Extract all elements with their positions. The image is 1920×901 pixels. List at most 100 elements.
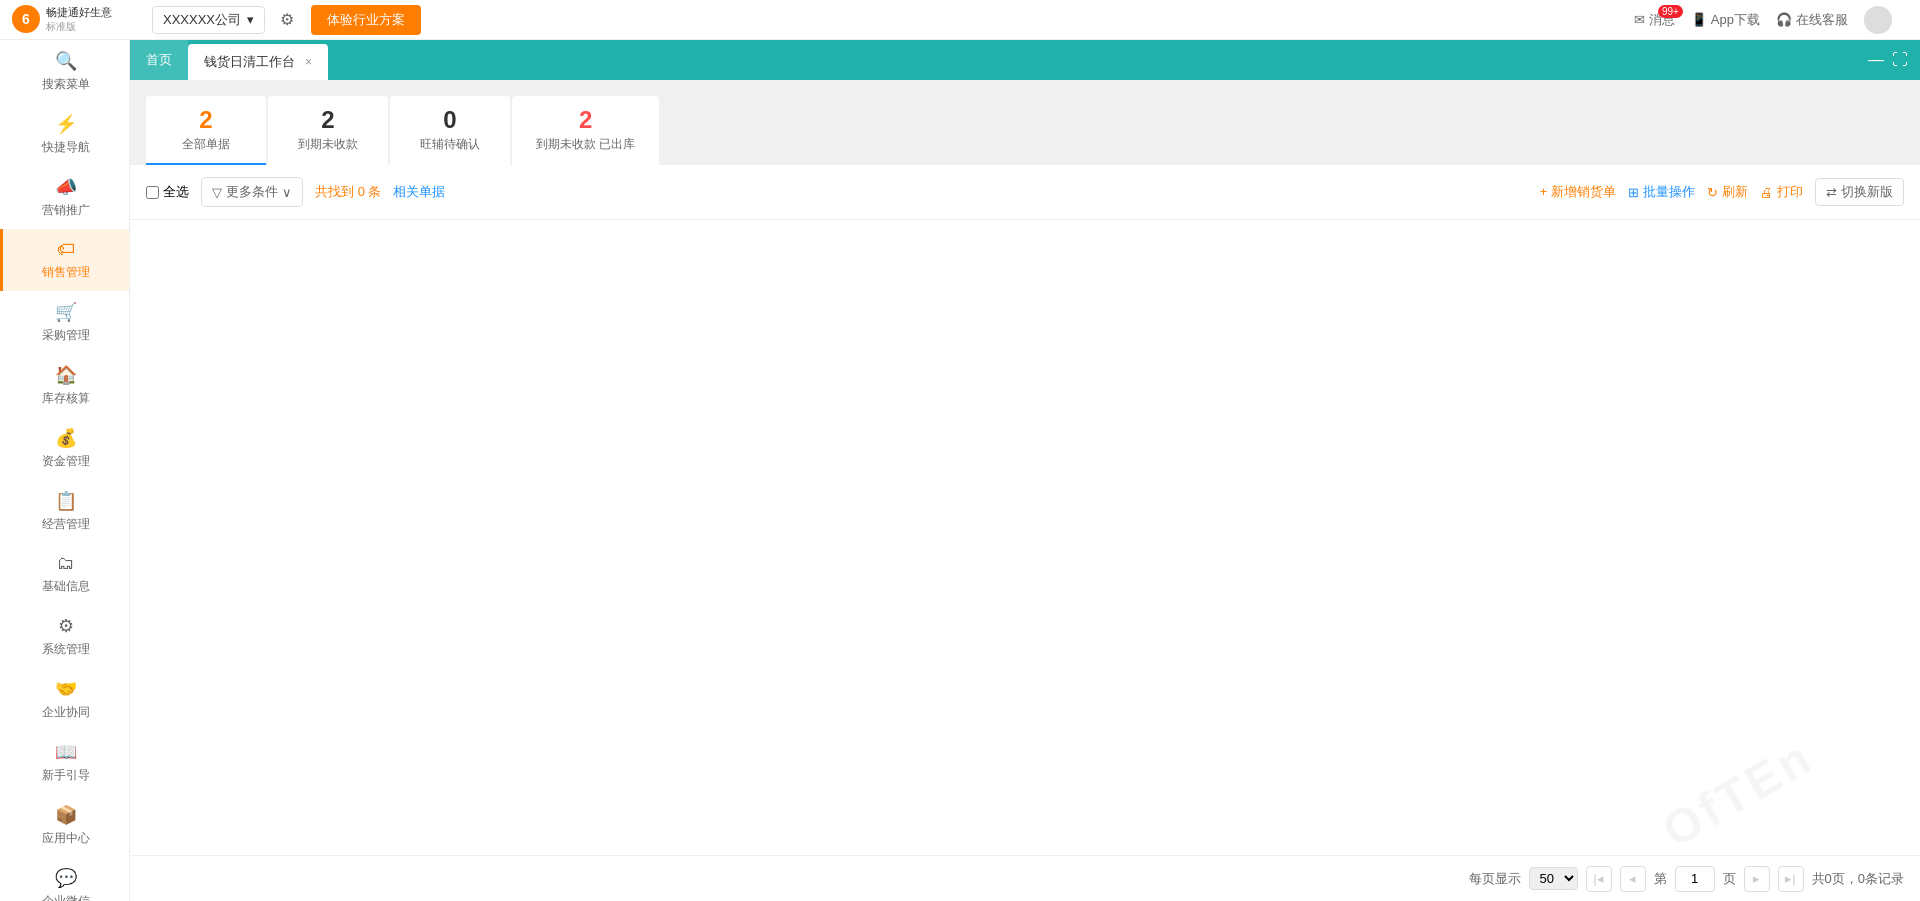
company-selector[interactable]: XXXXXX公司 ▾ [152,6,265,34]
header-right: ✉ 消息 99+ 📱 App下载 🎧 在线客服 [1634,6,1908,34]
settings-button[interactable]: ⚙ [273,6,301,34]
stat-all-label: 全部单据 [170,136,242,153]
select-all-checkbox[interactable]: 全选 [146,183,189,201]
stats-tabs: 2 全部单据 2 到期未收款 0 旺辅待确认 2 到期未收款 已出库 [130,80,1920,165]
sidebar-item-guide[interactable]: 📖 新手引导 [0,731,129,794]
refresh-icon: ↻ [1707,185,1718,200]
search-icon: 🔍 [55,50,77,72]
last-page-button[interactable]: ▸| [1778,866,1804,892]
batch-label: 批量操作 [1643,183,1695,201]
experience-button[interactable]: 体验行业方案 [311,5,421,35]
table-area [130,220,1920,855]
switch-icon: ⇄ [1826,185,1837,200]
sidebar-item-purchase[interactable]: 🛒 采购管理 [0,291,129,354]
money-icon: 💰 [55,427,77,449]
sidebar-item-wechat[interactable]: 💬 企业微信 [0,857,129,901]
message-badge: 99+ [1658,5,1683,18]
tab-workbench[interactable]: 钱货日清工作台 × [188,44,328,80]
switch-version-button[interactable]: ⇄ 切换新版 [1815,178,1904,206]
app-badge: 标准版 [46,20,112,34]
message-icon: ✉ [1634,12,1645,27]
sidebar-search-label: 搜索菜单 [42,76,90,93]
stat-tab-overdue[interactable]: 2 到期未收款 [268,96,388,165]
batch-icon: ⊞ [1628,185,1639,200]
select-all-label: 全选 [163,183,189,201]
select-all-input[interactable] [146,186,159,199]
workbench: 2 全部单据 2 到期未收款 0 旺辅待确认 2 到期未收款 已出库 [130,80,1920,901]
sidebar-operations-label: 经营管理 [42,516,90,533]
handshake-icon: 🤝 [55,678,77,700]
sidebar-basic-info-label: 基础信息 [42,578,90,595]
first-page-button[interactable]: |◂ [1586,866,1612,892]
add-sales-order-button[interactable]: + 新增销货单 [1540,183,1616,201]
home-icon: 🏠 [55,364,77,386]
sidebar-item-search[interactable]: 🔍 搜索菜单 [0,40,129,103]
page-label-first: 第 [1654,870,1667,888]
settings-icon: ⚙ [58,615,74,637]
stat-tab-shipped[interactable]: 2 到期未收款 已出库 [512,96,659,165]
sidebar-item-system[interactable]: ⚙ 系统管理 [0,605,129,668]
toolbar: 全选 ▽ 更多条件 ∨ 共找到 0 条 相关单据 + 新增销货单 [130,165,1920,220]
found-count-number: 0 [358,184,365,199]
sidebar-wechat-label: 企业微信 [42,893,90,901]
content-area: 首页 钱货日清工作台 × — ⛶ 2 全部单据 [130,40,1920,901]
stat-tab-wangfu[interactable]: 0 旺辅待确认 [390,96,510,165]
tab-close-icon[interactable]: × [305,55,312,69]
toolbar-right: + 新增销货单 ⊞ 批量操作 ↻ 刷新 🖨 打印 [1540,178,1904,206]
sidebar-item-basic-info[interactable]: 🗂 基础信息 [0,543,129,605]
wechat-icon: 💬 [55,867,77,889]
next-page-button[interactable]: ▸ [1744,866,1770,892]
sidebar-item-enterprise[interactable]: 🤝 企业协同 [0,668,129,731]
stat-wangfu-count: 0 [414,106,486,134]
tab-maximize-button[interactable]: ⛶ [1892,51,1908,69]
sidebar-item-inventory[interactable]: 🏠 库存核算 [0,354,129,417]
sidebar-item-shortcuts[interactable]: ⚡ 快捷导航 [0,103,129,166]
stat-overdue-label: 到期未收款 [292,136,364,153]
book-icon: 📖 [55,741,77,763]
sidebar-item-marketing[interactable]: 📣 营销推广 [0,166,129,229]
megaphone-icon: 📣 [55,176,77,198]
top-header: 6 畅捷通好生意 标准版 XXXXXX公司 ▾ ⚙ 体验行业方案 ✉ 消息 99… [0,0,1920,40]
stat-tab-all[interactable]: 2 全部单据 [146,96,266,165]
sidebar-item-sales[interactable]: 🏷 销售管理 [0,229,129,291]
headset-icon: 🎧 [1776,12,1792,27]
main-layout: 🔍 搜索菜单 ⚡ 快捷导航 📣 营销推广 🏷 销售管理 🛒 采购管理 🏠 库存核… [0,40,1920,901]
stat-all-count: 2 [170,106,242,134]
filter-button[interactable]: ▽ 更多条件 ∨ [201,177,303,207]
folder-icon: 🗂 [57,553,75,574]
sidebar-guide-label: 新手引导 [42,767,90,784]
tab-home[interactable]: 首页 [130,40,188,80]
total-info: 共0页，0条记录 [1812,870,1904,888]
online-service-button[interactable]: 🎧 在线客服 [1776,11,1848,29]
page-size-label: 每页显示 [1469,870,1521,888]
chevron-down-icon: ∨ [282,185,292,200]
sidebar-item-finance[interactable]: 💰 资金管理 [0,417,129,480]
print-button[interactable]: 🖨 打印 [1760,183,1803,201]
gear-icon: ⚙ [280,10,294,29]
tab-bar-actions: — ⛶ [1868,51,1920,69]
tab-minimize-button[interactable]: — [1868,51,1884,69]
cart-icon: 🛒 [55,301,77,323]
sidebar-enterprise-label: 企业协同 [42,704,90,721]
prev-page-button[interactable]: ◂ [1620,866,1646,892]
refresh-label: 刷新 [1722,183,1748,201]
sidebar-item-app-center[interactable]: 📦 应用中心 [0,794,129,857]
user-avatar[interactable] [1864,6,1892,34]
sidebar-marketing-label: 营销推广 [42,202,90,219]
chevron-down-icon: ▾ [247,12,254,27]
current-page-input[interactable]: 1 [1675,866,1715,892]
related-orders-link[interactable]: 相关单据 [393,183,445,201]
sidebar-app-center-label: 应用中心 [42,830,90,847]
switch-label: 切换新版 [1841,183,1893,201]
sidebar-system-label: 系统管理 [42,641,90,658]
batch-operation-button[interactable]: ⊞ 批量操作 [1628,183,1695,201]
sidebar-item-operations[interactable]: 📋 经营管理 [0,480,129,543]
print-label: 打印 [1777,183,1803,201]
filter-label: 更多条件 [226,183,278,201]
app-download-button[interactable]: 📱 App下载 [1691,11,1760,29]
page-size-select[interactable]: 50 [1529,867,1578,890]
message-button[interactable]: ✉ 消息 99+ [1634,11,1675,29]
logo-area: 6 畅捷通好生意 标准版 [12,5,142,33]
refresh-button[interactable]: ↻ 刷新 [1707,183,1748,201]
sidebar-shortcuts-label: 快捷导航 [42,139,90,156]
